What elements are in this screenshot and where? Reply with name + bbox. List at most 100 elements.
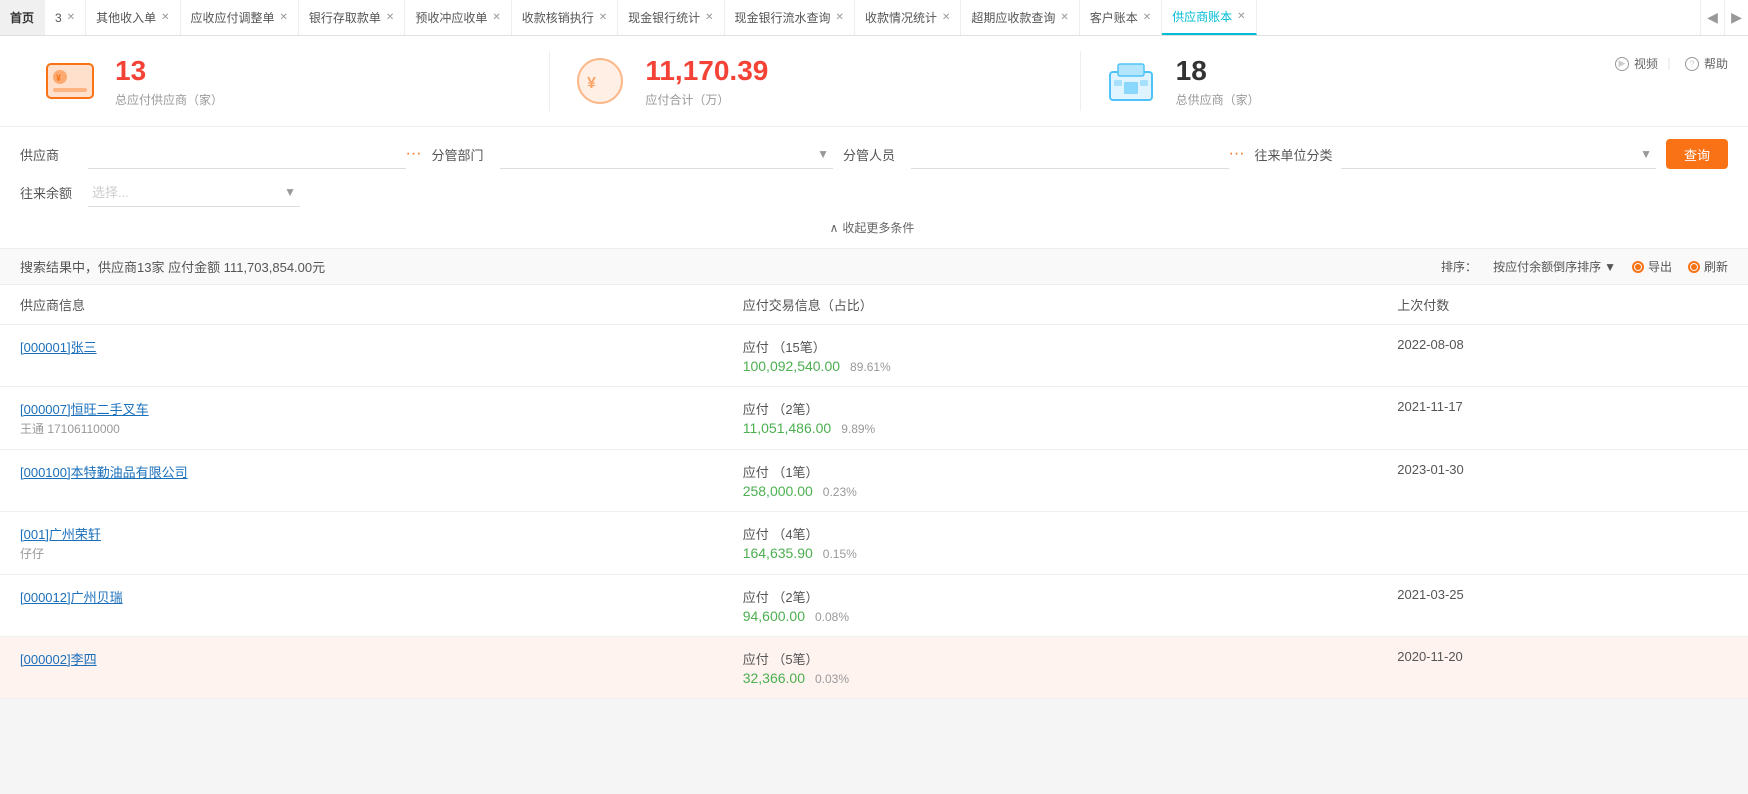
nav-tab-supplier-book-close[interactable]: ✕ (1237, 11, 1245, 22)
balance-chevron-icon: ▼ (284, 185, 296, 199)
nav-tab-cash-flow[interactable]: 现金银行流水查询 ✕ (725, 0, 855, 35)
nav-tab-cash-flow-close[interactable]: ✕ (836, 12, 844, 23)
nav-tab-bank-close[interactable]: ✕ (386, 12, 394, 23)
transaction-amount-2[interactable]: 258,000.00 (743, 483, 813, 499)
transaction-type-2: 应付 （1笔） (743, 462, 1358, 481)
table-cell-supplier-2: [000100]本特勤油品有限公司 (0, 450, 723, 512)
total-payable-value: 11,170.39 (645, 54, 768, 88)
export-button[interactable]: 导出 (1632, 258, 1672, 275)
payable-suppliers-label: 总应付供应商（家） (115, 91, 223, 108)
nav-tab-recv-exec-close[interactable]: ✕ (599, 12, 607, 23)
nav-tab-3[interactable]: 3 ✕ (45, 0, 86, 35)
table-row: [000007]恒旺二手叉车王通 17106110000 应付 （2笔）11,05… (0, 387, 1748, 450)
nav-tab-prepay-recv-close[interactable]: ✕ (492, 12, 500, 23)
col-header-supplier: 供应商信息 (0, 285, 723, 325)
category-select[interactable]: ▼ (1341, 139, 1656, 169)
supplier-table: 供应商信息 应付交易信息（占比） 上次付数 [000001]张三应付 （15笔）… (0, 285, 1748, 699)
table-cell-transaction-1: 应付 （2笔）11,051,486.009.89% (723, 387, 1378, 450)
person-dots-icon[interactable]: ··· (1229, 145, 1245, 163)
refresh-button[interactable]: 刷新 (1688, 258, 1728, 275)
nav-tab-3-close[interactable]: ✕ (67, 12, 75, 23)
filter-area: 供应商 ··· 分管部门 ▼ 分管人员 ··· 往来单位分类 ▼ 查询 (0, 127, 1748, 249)
video-icon: ▶ (1615, 57, 1629, 71)
collapse-label: 收起更多条件 (842, 219, 914, 236)
supplier-link-4[interactable]: [000012]广州贝瑞 (20, 590, 123, 605)
nav-tab-home[interactable]: 首页 (0, 0, 45, 35)
sort-value: 按应付余额倒序排序 (1493, 258, 1601, 275)
supplier-input[interactable] (88, 139, 406, 169)
sort-label: 排序： (1441, 258, 1477, 275)
nav-tab-adjust-close[interactable]: ✕ (280, 12, 288, 23)
category-label: 往来单位分类 (1255, 145, 1333, 164)
supplier-dots-icon[interactable]: ··· (406, 145, 422, 163)
nav-tab-recv-exec[interactable]: 收款核销执行 ✕ (512, 0, 618, 35)
data-table-container: 供应商信息 应付交易信息（占比） 上次付数 [000001]张三应付 （15笔）… (0, 285, 1748, 699)
nav-tab-overdue[interactable]: 超期应收款查询 ✕ (961, 0, 1079, 35)
table-header-row: 供应商信息 应付交易信息（占比） 上次付数 (0, 285, 1748, 325)
dept-select[interactable]: ▼ (500, 139, 834, 169)
nav-tab-other-income[interactable]: 其他收入单 ✕ (86, 0, 180, 35)
nav-prev-button[interactable]: ◀ (1700, 0, 1724, 36)
table-cell-last-payment-3 (1377, 512, 1748, 575)
nav-tab-recv-stat[interactable]: 收款情况统计 ✕ (855, 0, 961, 35)
transaction-percent-3: 0.15% (823, 547, 857, 561)
top-navigation: 首页 3 ✕ 其他收入单 ✕ 应收应付调整单 ✕ 银行存取款单 ✕ 预收冲应收单… (0, 0, 1748, 36)
nav-tab-bank[interactable]: 银行存取款单 ✕ (299, 0, 405, 35)
transaction-amount-4[interactable]: 94,600.00 (743, 608, 805, 624)
supplier-link-2[interactable]: [000100]本特勤油品有限公司 (20, 465, 188, 480)
nav-next-button[interactable]: ▶ (1724, 0, 1748, 36)
dept-label: 分管部门 (432, 145, 492, 164)
table-cell-last-payment-4: 2021-03-25 (1377, 575, 1748, 637)
supplier-link-0[interactable]: [000001]张三 (20, 340, 97, 355)
nav-tab-prepay-recv-label: 预收冲应收单 (415, 9, 487, 26)
export-label: 导出 (1648, 258, 1672, 275)
nav-tab-customer-book[interactable]: 客户账本 ✕ (1080, 0, 1162, 35)
summary-card-total-payable: ¥ 11,170.39 应付合计（万） (550, 51, 1080, 111)
video-link[interactable]: 视频 (1634, 55, 1658, 72)
filter-dept: 分管部门 ▼ (432, 139, 834, 169)
nav-tab-recv-stat-close[interactable]: ✕ (942, 12, 950, 23)
supplier-sub-1: 王通 17106110000 (20, 420, 703, 437)
supplier-link-1[interactable]: [000007]恒旺二手叉车 (20, 402, 149, 417)
svg-text:¥: ¥ (56, 73, 61, 83)
transaction-amount-5[interactable]: 32,366.00 (743, 670, 805, 686)
nav-tab-supplier-book[interactable]: 供应商账本 ✕ (1162, 0, 1256, 35)
nav-tab-bank-label: 银行存取款单 (309, 9, 381, 26)
transaction-amount-1[interactable]: 11,051,486.00 (743, 420, 832, 436)
supplier-link-3[interactable]: [001]广州荣轩 (20, 527, 101, 542)
nav-tab-overdue-close[interactable]: ✕ (1060, 12, 1068, 23)
transaction-percent-0: 89.61% (850, 360, 891, 374)
nav-tab-customer-book-close[interactable]: ✕ (1143, 12, 1151, 23)
top-right-links: ▶ 视频 ｜ ? 帮助 (1610, 51, 1728, 72)
balance-select[interactable]: 选择... ▼ (88, 177, 300, 207)
nav-tab-cash-stat-close[interactable]: ✕ (705, 12, 713, 23)
nav-tab-other-income-close[interactable]: ✕ (161, 12, 169, 23)
result-bar: 搜索结果中，供应商13家 应付金额 111,703,854.00元 排序： 按应… (0, 249, 1748, 285)
nav-tab-cash-flow-label: 现金银行流水查询 (735, 9, 831, 26)
transaction-amount-0[interactable]: 100,092,540.00 (743, 358, 840, 374)
filter-balance: 往来余额 选择... ▼ (20, 177, 300, 207)
table-cell-supplier-4: [000012]广州贝瑞 (0, 575, 723, 637)
person-input[interactable] (911, 139, 1229, 169)
nav-tab-3-label: 3 (55, 11, 62, 25)
nav-tab-prepay-recv[interactable]: 预收冲应收单 ✕ (405, 0, 511, 35)
filter-row-2: 往来余额 选择... ▼ (20, 177, 1728, 207)
help-icon: ? (1685, 57, 1699, 71)
summary-content-payable-suppliers: 13 总应付供应商（家） (115, 54, 223, 108)
nav-arrows: ◀ ▶ (1700, 0, 1748, 36)
table-cell-transaction-5: 应付 （5笔）32,366.000.03% (723, 637, 1378, 699)
search-button[interactable]: 查询 (1666, 139, 1728, 169)
collapse-button[interactable]: ∧ 收起更多条件 (20, 215, 1728, 240)
table-cell-last-payment-2: 2023-01-30 (1377, 450, 1748, 512)
payable-suppliers-value: 13 (115, 54, 223, 88)
supplier-link-5[interactable]: [000002]李四 (20, 652, 97, 667)
table-cell-transaction-3: 应付 （4笔）164,635.900.15% (723, 512, 1378, 575)
nav-tab-adjust[interactable]: 应收应付调整单 ✕ (181, 0, 299, 35)
transaction-amount-3[interactable]: 164,635.90 (743, 545, 813, 561)
nav-tab-recv-exec-label: 收款核销执行 (522, 9, 594, 26)
help-link[interactable]: 帮助 (1704, 55, 1728, 72)
table-row: [000012]广州贝瑞应付 （2笔）94,600.000.08%2021-03… (0, 575, 1748, 637)
nav-tab-cash-stat[interactable]: 现金银行统计 ✕ (618, 0, 724, 35)
category-chevron-icon: ▼ (1640, 147, 1652, 161)
sort-select[interactable]: 按应付余额倒序排序 ▼ (1493, 258, 1616, 275)
